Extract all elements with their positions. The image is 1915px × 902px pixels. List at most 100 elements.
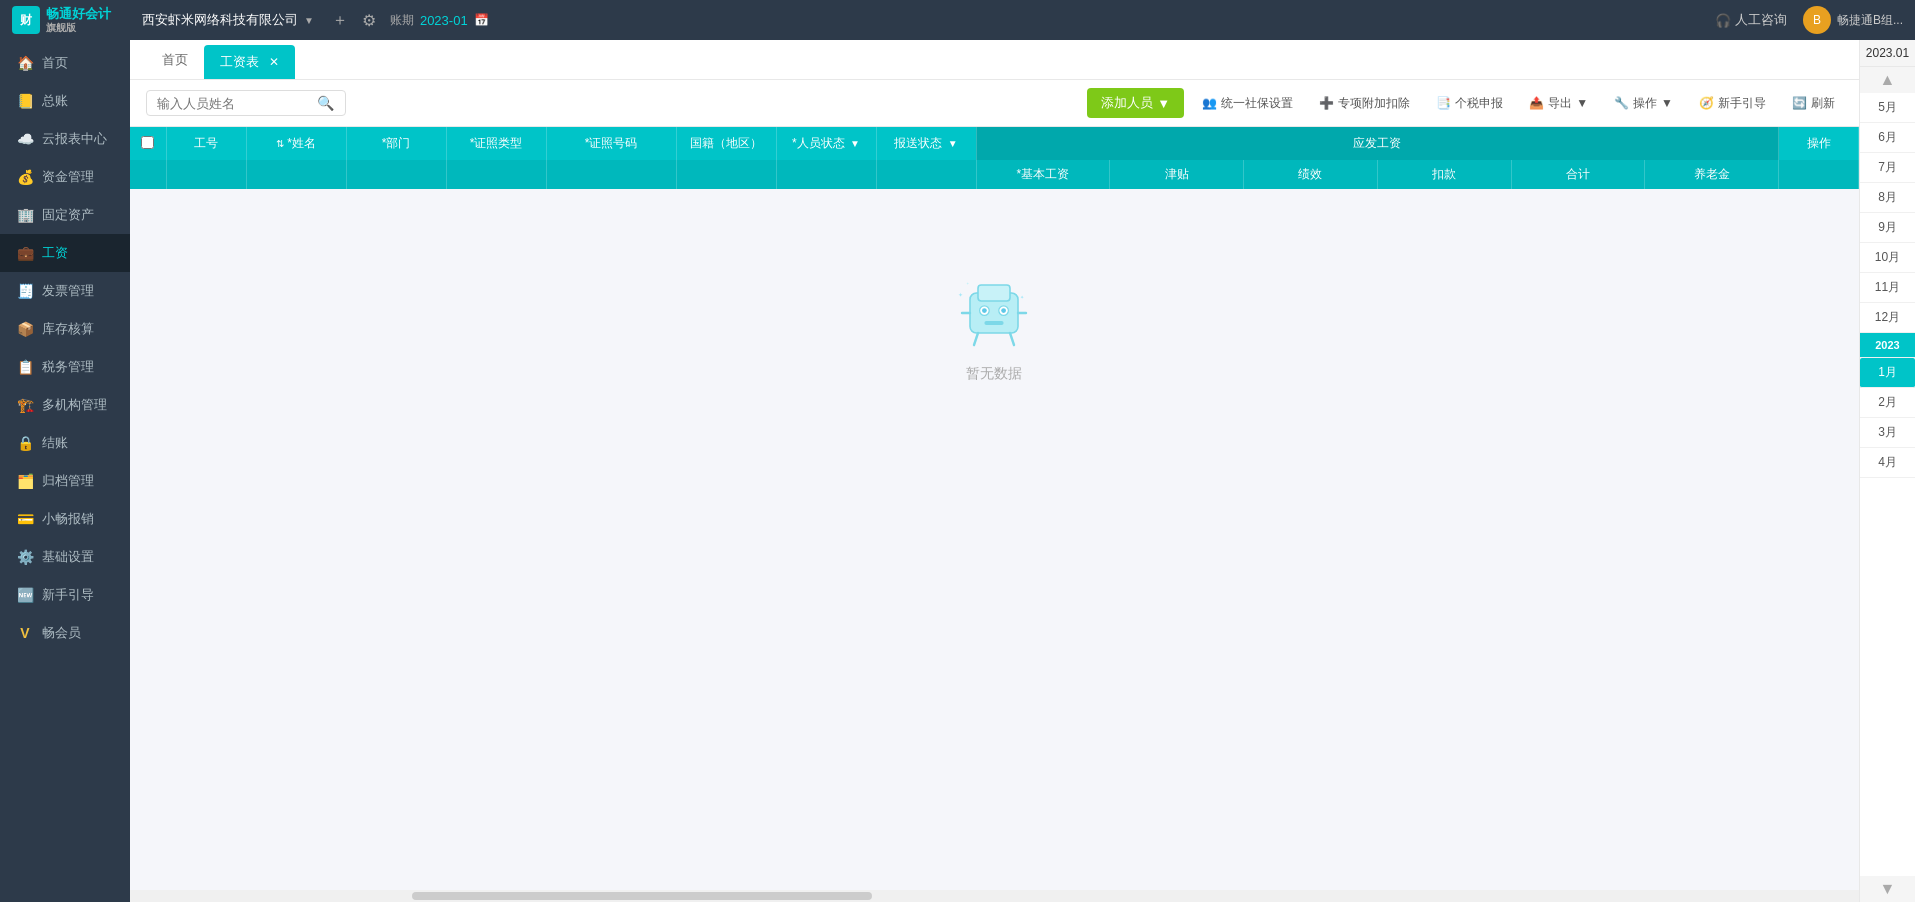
- sidebar-item-tax[interactable]: 📋 税务管理: [0, 348, 130, 386]
- user-menu[interactable]: B 畅捷通B组...: [1803, 6, 1903, 34]
- th-empty-3: [246, 160, 346, 189]
- sidebar-item-invoice[interactable]: 🧾 发票管理: [0, 272, 130, 310]
- sidebar-label-settings: 基础设置: [42, 548, 94, 566]
- user-avatar: B: [1803, 6, 1831, 34]
- month-4-2023[interactable]: 4月: [1860, 448, 1915, 478]
- social-settings-btn[interactable]: 👥 统一社保设置: [1194, 91, 1301, 116]
- export-dropdown-icon: ▼: [1576, 96, 1588, 110]
- month-7[interactable]: 7月: [1860, 153, 1915, 183]
- th-empty-8: [776, 160, 876, 189]
- status-filter-icon[interactable]: ▼: [850, 138, 860, 149]
- operation-icon: 🔧: [1614, 96, 1629, 110]
- year-2023-label: 2023: [1860, 333, 1915, 358]
- operation-btn[interactable]: 🔧 操作 ▼: [1606, 91, 1681, 116]
- scrollbar-thumb[interactable]: [412, 892, 872, 900]
- special-deduction-btn[interactable]: ➕ 专项附加扣除: [1311, 91, 1418, 116]
- th-performance: 绩效: [1244, 160, 1378, 189]
- year-month-label: 2023.01: [1860, 40, 1915, 67]
- sidebar-label-expense: 小畅报销: [42, 510, 94, 528]
- month-3-2023[interactable]: 3月: [1860, 418, 1915, 448]
- th-employee-id: 工号: [166, 127, 246, 160]
- svg-line-9: [974, 333, 978, 345]
- th-id-type: *证照类型: [446, 127, 546, 160]
- month-8[interactable]: 8月: [1860, 183, 1915, 213]
- th-name: ⇅ *姓名: [246, 127, 346, 160]
- tab-salary-table[interactable]: 工资表 ✕: [204, 45, 295, 79]
- month-2-2023[interactable]: 2月: [1860, 388, 1915, 418]
- tax-declaration-btn[interactable]: 📑 个税申报: [1428, 91, 1511, 116]
- social-settings-label: 统一社保设置: [1221, 95, 1293, 112]
- th-empty-2: [166, 160, 246, 189]
- calendar-icon[interactable]: 📅: [474, 13, 489, 27]
- sidebar-label-tax: 税务管理: [42, 358, 94, 376]
- svg-rect-1: [978, 285, 1010, 301]
- add-person-label: 添加人员: [1101, 94, 1153, 112]
- svg-text:✦: ✦: [966, 281, 970, 286]
- main-layout: 🏠 首页 📒 总账 ☁️ 云报表中心 💰 资金管理 🏢 固定资产 💼 工资 🧾 …: [0, 40, 1915, 902]
- th-nationality: 国籍（地区）: [676, 127, 776, 160]
- select-all-checkbox[interactable]: [141, 136, 154, 149]
- month-10[interactable]: 10月: [1860, 243, 1915, 273]
- sidebar-label-guide: 新手引导: [42, 586, 94, 604]
- search-icon[interactable]: 🔍: [317, 95, 334, 111]
- sidebar-item-home[interactable]: 🏠 首页: [0, 44, 130, 82]
- special-deduction-icon: ➕: [1319, 96, 1334, 110]
- guide-btn[interactable]: 🧭 新手引导: [1691, 91, 1774, 116]
- sidebar-item-fund[interactable]: 💰 资金管理: [0, 158, 130, 196]
- export-btn[interactable]: 📤 导出 ▼: [1521, 91, 1596, 116]
- sidebar-item-multi[interactable]: 🏗️ 多机构管理: [0, 386, 130, 424]
- scroll-down-btn[interactable]: ▼: [1860, 876, 1915, 902]
- sidebar-item-salary[interactable]: 💼 工资: [0, 234, 130, 272]
- sidebar-item-guide[interactable]: 🆕 新手引导: [0, 576, 130, 614]
- month-1-2023[interactable]: 1月: [1860, 358, 1915, 388]
- th-empty-9: [876, 160, 976, 189]
- tab-home-label: 首页: [162, 52, 188, 67]
- sidebar-item-report[interactable]: ☁️ 云报表中心: [0, 120, 130, 158]
- search-input[interactable]: [157, 96, 317, 111]
- tax-declaration-icon: 📑: [1436, 96, 1451, 110]
- sidebar-item-ledger[interactable]: 📒 总账: [0, 82, 130, 120]
- sidebar-label-fund: 资金管理: [42, 168, 94, 186]
- th-empty-4: [346, 160, 446, 189]
- company-name: 西安虾米网络科技有限公司: [142, 11, 298, 29]
- multi-icon: 🏗️: [16, 397, 34, 413]
- month-12[interactable]: 12月: [1860, 303, 1915, 333]
- horizontal-scrollbar[interactable]: [130, 890, 1859, 902]
- sidebar-item-expense[interactable]: 💳 小畅报销: [0, 500, 130, 538]
- sidebar: 🏠 首页 📒 总账 ☁️ 云报表中心 💰 资金管理 🏢 固定资产 💼 工资 🧾 …: [0, 40, 130, 902]
- th-allowance: 津贴: [1110, 160, 1244, 189]
- month-5[interactable]: 5月: [1860, 93, 1915, 123]
- sidebar-item-archive[interactable]: 🗂️ 归档管理: [0, 462, 130, 500]
- refresh-btn[interactable]: 🔄 刷新: [1784, 91, 1843, 116]
- top-right: 🎧 人工咨询 B 畅捷通B组...: [1715, 6, 1903, 34]
- add-person-button[interactable]: 添加人员 ▼: [1087, 88, 1184, 118]
- tab-close-icon[interactable]: ✕: [269, 55, 279, 69]
- sidebar-item-closing[interactable]: 🔒 结账: [0, 424, 130, 462]
- operation-label: 操作: [1633, 95, 1657, 112]
- scroll-up-btn[interactable]: ▲: [1860, 67, 1915, 93]
- sidebar-item-member[interactable]: V 畅会员: [0, 614, 130, 652]
- month-11[interactable]: 11月: [1860, 273, 1915, 303]
- tab-home[interactable]: 首页: [146, 43, 204, 79]
- th-empty-op: [1779, 160, 1859, 189]
- month-9[interactable]: 9月: [1860, 213, 1915, 243]
- sidebar-item-inventory[interactable]: 📦 库存核算: [0, 310, 130, 348]
- support-btn[interactable]: 🎧 人工咨询: [1715, 11, 1787, 29]
- month-6[interactable]: 6月: [1860, 123, 1915, 153]
- th-department: *部门: [346, 127, 446, 160]
- report-icon: ☁️: [16, 131, 34, 147]
- tab-salary-label: 工资表: [220, 54, 259, 69]
- th-id-number: *证照号码: [546, 127, 676, 160]
- add-person-dropdown-icon: ▼: [1157, 96, 1170, 111]
- sidebar-label-inventory: 库存核算: [42, 320, 94, 338]
- add-company-btn[interactable]: ＋: [332, 10, 348, 31]
- th-submit-status: 报送状态 ▼: [876, 127, 976, 160]
- sidebar-item-settings[interactable]: ⚙️ 基础设置: [0, 538, 130, 576]
- th-base-salary: *基本工资: [976, 160, 1110, 189]
- settings-btn[interactable]: ⚙: [362, 11, 376, 30]
- submit-filter-icon[interactable]: ▼: [948, 138, 958, 149]
- sidebar-item-asset[interactable]: 🏢 固定资产: [0, 196, 130, 234]
- tax-icon: 📋: [16, 359, 34, 375]
- company-selector[interactable]: 西安虾米网络科技有限公司 ▼: [142, 11, 314, 29]
- export-icon: 📤: [1529, 96, 1544, 110]
